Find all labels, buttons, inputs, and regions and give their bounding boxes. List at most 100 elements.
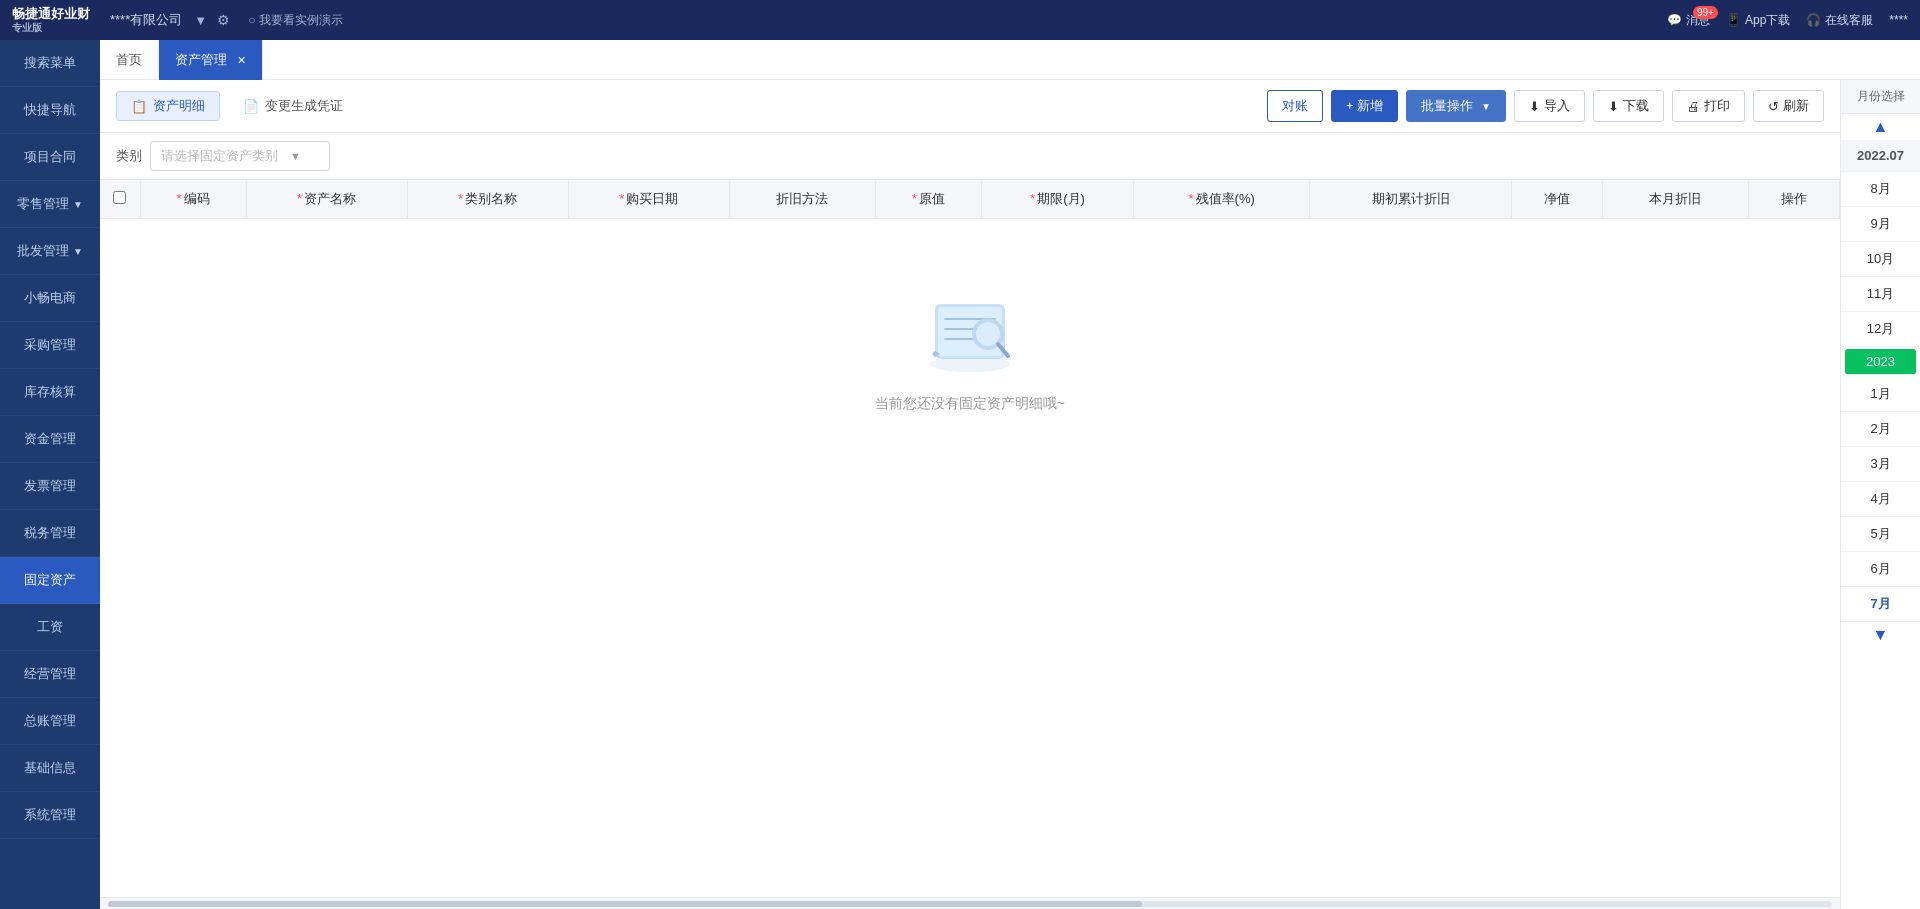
- col-purchase-date: *购买日期: [568, 180, 729, 219]
- month-item-1[interactable]: 1月: [1841, 377, 1920, 412]
- tab-bar: 首页 资产管理 ✕: [100, 40, 1920, 80]
- sidebar-item-operations-mgmt[interactable]: 经营管理: [0, 651, 100, 698]
- month-item-4[interactable]: 4月: [1841, 482, 1920, 517]
- month-item-2[interactable]: 2月: [1841, 412, 1920, 447]
- col-monthly-depreciation: 本月折旧: [1602, 180, 1748, 219]
- empty-state-text: 当前您还没有固定资产明细哦~: [875, 395, 1065, 413]
- month-item-3[interactable]: 3月: [1841, 447, 1920, 482]
- month-item-5[interactable]: 5月: [1841, 517, 1920, 552]
- sidebar-item-general-ledger[interactable]: 总账管理: [0, 698, 100, 745]
- retail-mgmt-arrow-icon: ▼: [73, 199, 83, 210]
- col-residual-rate: *残值率(%): [1133, 180, 1309, 219]
- month-item-9[interactable]: 9月: [1841, 207, 1920, 242]
- sidebar-item-search-menu[interactable]: 搜索菜单: [0, 40, 100, 87]
- sidebar-item-small-ecom[interactable]: 小畅电商: [0, 275, 100, 322]
- year-2023-label[interactable]: 2023: [1845, 349, 1916, 375]
- mobile-icon: 📱: [1726, 13, 1741, 27]
- reconcile-button[interactable]: 对账: [1267, 90, 1323, 122]
- col-code: *编码: [140, 180, 246, 219]
- headset-icon: 🎧: [1806, 13, 1821, 27]
- company-chevron-icon[interactable]: ▼: [194, 13, 207, 28]
- sidebar-item-retail-mgmt[interactable]: 零售管理 ▼: [0, 181, 100, 228]
- batch-operation-button[interactable]: 批量操作 ▼: [1406, 90, 1506, 122]
- top-bar-right: 💬 消息 99+ 📱 App下载 🎧 在线客服 ****: [1667, 12, 1908, 29]
- category-select-chevron-icon: ▼: [290, 150, 301, 162]
- col-depreciation-method: 折旧方法: [729, 180, 875, 219]
- tab-home[interactable]: 首页: [100, 40, 159, 80]
- sidebar-item-basic-info[interactable]: 基础信息: [0, 745, 100, 792]
- col-asset-name: *资产名称: [246, 180, 407, 219]
- month-item-12[interactable]: 12月: [1841, 312, 1920, 347]
- category-filter-select[interactable]: 请选择固定资产类别 ▼: [150, 141, 330, 171]
- message-icon: 💬: [1667, 13, 1682, 27]
- user-account[interactable]: ****: [1889, 13, 1908, 27]
- month-panel-header: 月份选择: [1841, 80, 1920, 114]
- settings-gear-icon[interactable]: ⚙: [217, 12, 230, 28]
- wholesale-mgmt-arrow-icon: ▼: [73, 246, 83, 257]
- sidebar: 搜索菜单 快捷导航 项目合同 零售管理 ▼ 批发管理 ▼ 小畅电商 采购管理 库…: [0, 40, 100, 909]
- page-content: 📋 资产明细 📄 变更生成凭证 对账 + 新增: [100, 80, 1920, 909]
- col-operation: 操作: [1748, 180, 1839, 219]
- sidebar-item-sys-mgmt[interactable]: 系统管理: [0, 792, 100, 839]
- sub-tab-asset-detail[interactable]: 📋 资产明细: [116, 91, 220, 121]
- tab-asset-mgmt[interactable]: 资产管理 ✕: [159, 40, 263, 80]
- sidebar-item-payroll[interactable]: 工资: [0, 604, 100, 651]
- demo-link[interactable]: 我要看实例演示: [248, 12, 343, 29]
- month-item-6[interactable]: 6月: [1841, 552, 1920, 587]
- empty-state-illustration: [910, 279, 1030, 379]
- month-nav-down[interactable]: ▼: [1841, 622, 1920, 648]
- svg-point-7: [976, 322, 1000, 346]
- col-checkbox: [100, 180, 140, 219]
- print-button[interactable]: 🖨 打印: [1672, 90, 1745, 122]
- sidebar-item-funds-mgmt[interactable]: 资金管理: [0, 416, 100, 463]
- print-icon: 🖨: [1687, 99, 1700, 114]
- sidebar-item-quick-nav[interactable]: 快捷导航: [0, 87, 100, 134]
- app-name: 畅捷通好业财: [12, 6, 90, 22]
- refresh-icon: ↺: [1768, 99, 1779, 114]
- col-accumulated-depreciation: 期初累计折旧: [1310, 180, 1511, 219]
- message-button[interactable]: 💬 消息 99+: [1667, 12, 1710, 29]
- category-filter-placeholder: 请选择固定资产类别: [161, 147, 278, 165]
- filter-row: 类别 请选择固定资产类别 ▼: [100, 133, 1840, 180]
- add-button[interactable]: + 新增: [1331, 90, 1398, 122]
- refresh-button[interactable]: ↺ 刷新: [1753, 90, 1824, 122]
- month-panel: 月份选择 ▲ 2022.07 8月 9月 10月 11月 12月 2023 1月…: [1840, 80, 1920, 909]
- col-category-name: *类别名称: [407, 180, 568, 219]
- sidebar-item-wholesale-mgmt[interactable]: 批发管理 ▼: [0, 228, 100, 275]
- bottom-scrollbar[interactable]: [100, 897, 1840, 909]
- month-item-11[interactable]: 11月: [1841, 277, 1920, 312]
- top-bar: 畅捷通好业财 专业版 ****有限公司 ▼ ⚙ 我要看实例演示 💬 消息 99+…: [0, 0, 1920, 40]
- download-button[interactable]: ⬇ 下载: [1593, 90, 1664, 122]
- sidebar-item-fixed-assets[interactable]: 固定资产: [0, 557, 100, 604]
- sub-tab-change-voucher[interactable]: 📄 变更生成凭证: [228, 91, 358, 121]
- scroll-track[interactable]: [108, 901, 1832, 907]
- batch-chevron-icon: ▼: [1481, 101, 1491, 112]
- empty-state: 当前您还没有固定资产明细哦~: [100, 219, 1840, 473]
- sidebar-item-project-contract[interactable]: 项目合同: [0, 134, 100, 181]
- sidebar-item-purchase-mgmt[interactable]: 采购管理: [0, 322, 100, 369]
- online-service-button[interactable]: 🎧 在线客服: [1806, 12, 1873, 29]
- tab-close-icon[interactable]: ✕: [237, 54, 246, 66]
- month-item-8[interactable]: 8月: [1841, 172, 1920, 207]
- sidebar-item-inventory[interactable]: 库存核算: [0, 369, 100, 416]
- year-2022-label[interactable]: 2022.07: [1841, 140, 1920, 172]
- month-item-10[interactable]: 10月: [1841, 242, 1920, 277]
- asset-detail-icon: 📋: [131, 99, 147, 114]
- month-nav-up[interactable]: ▲: [1841, 114, 1920, 140]
- sidebar-item-invoice-mgmt[interactable]: 发票管理: [0, 463, 100, 510]
- app-download-button[interactable]: 📱 App下载: [1726, 12, 1790, 29]
- message-badge: 99+: [1693, 6, 1718, 19]
- sidebar-item-tax-mgmt[interactable]: 税务管理: [0, 510, 100, 557]
- import-button[interactable]: ⬇ 导入: [1514, 90, 1585, 122]
- sub-tab-bar: 📋 资产明细 📄 变更生成凭证 对账 + 新增: [100, 80, 1840, 133]
- import-icon: ⬇: [1529, 99, 1540, 114]
- company-name: ****有限公司: [110, 11, 182, 29]
- app-edition: 专业版: [12, 22, 90, 34]
- app-logo: 畅捷通好业财 专业版: [12, 6, 90, 34]
- main-layout: 搜索菜单 快捷导航 项目合同 零售管理 ▼ 批发管理 ▼ 小畅电商 采购管理 库…: [0, 40, 1920, 909]
- main-panel: 📋 资产明细 📄 变更生成凭证 对账 + 新增: [100, 80, 1840, 909]
- select-all-checkbox[interactable]: [113, 191, 126, 204]
- month-item-7[interactable]: 7月: [1841, 587, 1920, 622]
- table-header-row: *编码 *资产名称 *类别名称 *购买日期: [100, 180, 1840, 219]
- scroll-thumb[interactable]: [108, 901, 1142, 907]
